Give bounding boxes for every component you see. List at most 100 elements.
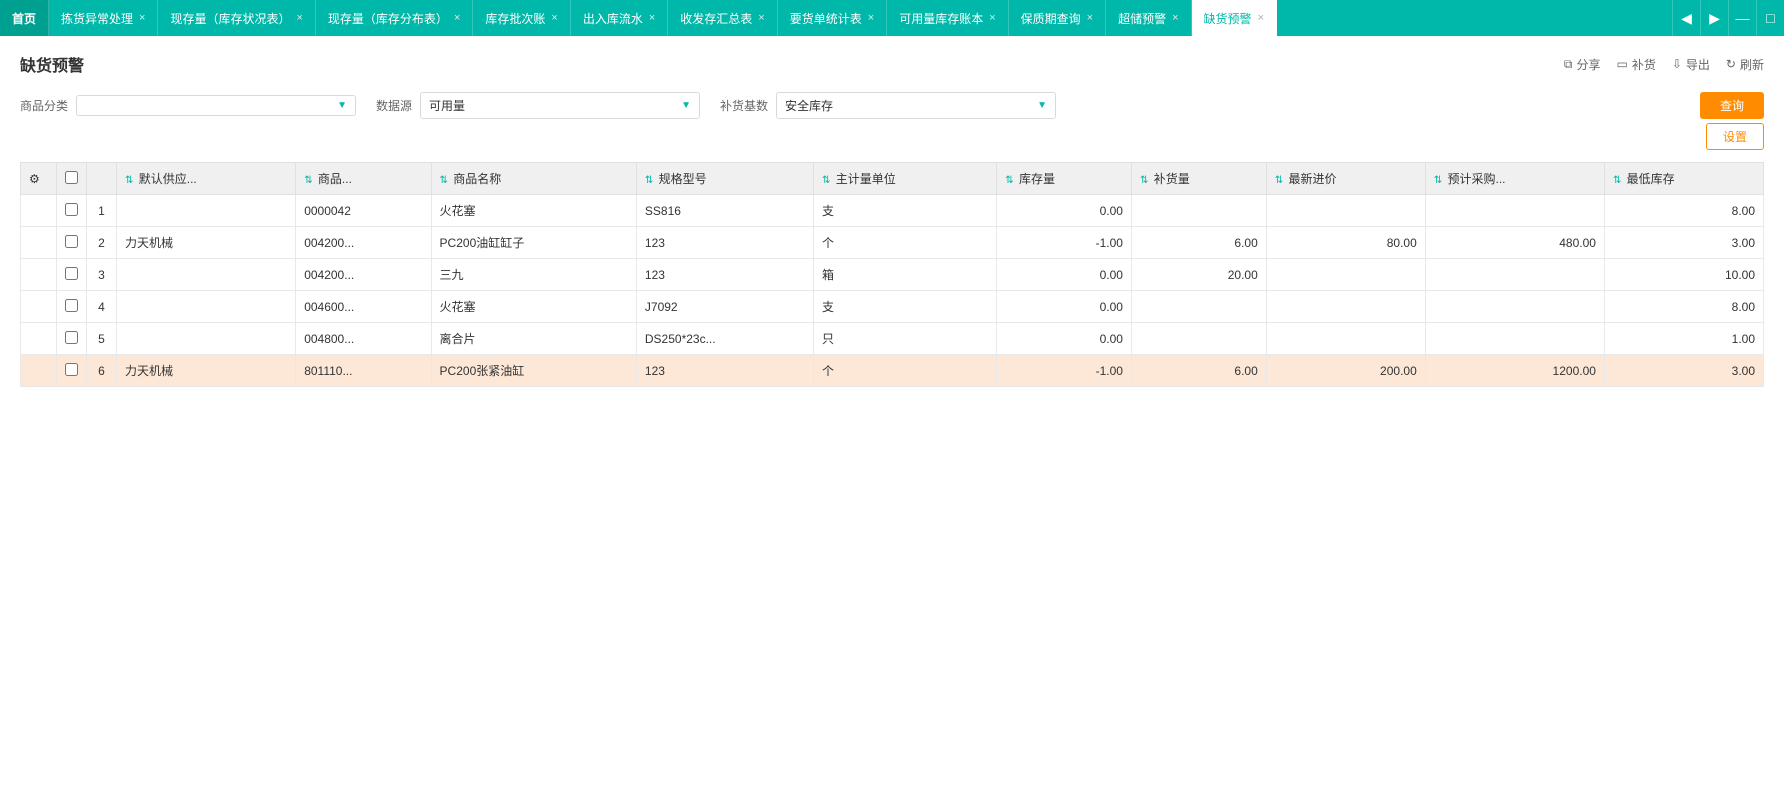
tab-home[interactable]: 首页 [0, 0, 49, 36]
row-stock-1: -1.00 [997, 227, 1132, 259]
replenish-base-arrow: ▼ [1037, 100, 1047, 111]
row-checkbox-cell-5[interactable] [57, 355, 87, 387]
tab-batch-account-close[interactable]: × [551, 12, 557, 24]
tab-inventory-status-close[interactable]: × [296, 12, 302, 24]
row-est-purchase-5: 1200.00 [1425, 355, 1604, 387]
tab-shortage-warning[interactable]: 缺货预警 × [1192, 0, 1277, 36]
row-num-3: 4 [87, 291, 117, 323]
row-checkbox-2[interactable] [65, 267, 78, 280]
export-action[interactable]: ⇩ 导出 [1672, 56, 1710, 73]
tab-inventory-status[interactable]: 现存量（库存状况表） × [158, 0, 315, 36]
datasource-select[interactable]: 可用量 ▼ [420, 92, 700, 119]
filter-actions: 查询 设置 [1700, 92, 1764, 150]
sort-icon-code: ⇅ [304, 175, 312, 186]
category-select-arrow: ▼ [337, 100, 347, 111]
row-checkbox-cell-1[interactable] [57, 227, 87, 259]
col-latest-price[interactable]: ⇅ 最新进价 [1266, 163, 1425, 195]
refresh-action[interactable]: ↻ 刷新 [1726, 56, 1764, 73]
col-spec[interactable]: ⇅ 规格型号 [636, 163, 813, 195]
row-name-4: 离合片 [431, 323, 636, 355]
row-name-0: 火花塞 [431, 195, 636, 227]
tab-inventory-dist-label: 现存量（库存分布表） [328, 10, 448, 27]
row-num-2: 3 [87, 259, 117, 291]
row-est-purchase-4 [1425, 323, 1604, 355]
col-unit[interactable]: ⇅ 主计量单位 [814, 163, 997, 195]
tab-inout-flow-close[interactable]: × [649, 12, 655, 24]
tab-overstock-warning[interactable]: 超储预警 × [1106, 0, 1191, 36]
tab-next-button[interactable]: ▶ [1700, 0, 1728, 36]
tab-overstock-warning-close[interactable]: × [1172, 12, 1178, 24]
tab-receive-summary[interactable]: 收发存汇总表 × [668, 0, 777, 36]
tab-inventory-dist-close[interactable]: × [454, 12, 460, 24]
query-button[interactable]: 查询 [1700, 92, 1764, 119]
tab-demand-stats[interactable]: 要货单统计表 × [778, 0, 887, 36]
col-default-supplier[interactable]: ⇅ 默认供应... [117, 163, 296, 195]
col-gear[interactable]: ⚙ [21, 163, 57, 195]
table-row: 6 力天机械 801110... PC200张紧油缸 123 个 -1.00 6… [21, 355, 1764, 387]
row-unit-2: 箱 [814, 259, 997, 291]
tab-inout-flow[interactable]: 出入库流水 × [571, 0, 668, 36]
select-all-checkbox[interactable] [65, 171, 78, 184]
replenish-action[interactable]: ▭ 补货 [1616, 56, 1655, 73]
tab-receive-summary-label: 收发存汇总表 [680, 10, 752, 27]
tab-shortage-warning-close[interactable]: × [1258, 12, 1264, 24]
tab-demand-stats-close[interactable]: × [868, 12, 874, 24]
col-product-name[interactable]: ⇅ 商品名称 [431, 163, 636, 195]
tab-inventory-dist[interactable]: 现存量（库存分布表） × [316, 0, 473, 36]
col-checkbox[interactable] [57, 163, 87, 195]
replenish-base-filter-group: 补货基数 安全库存 ▼ [720, 92, 1056, 119]
tab-batch-account[interactable]: 库存批次账 × [473, 0, 570, 36]
row-checkbox-1[interactable] [65, 235, 78, 248]
row-checkbox-3[interactable] [65, 299, 78, 312]
tab-bar: 首页 拣货异常处理 × 现存量（库存状况表） × 现存量（库存分布表） × 库存… [0, 0, 1784, 36]
settings-button[interactable]: 设置 [1706, 123, 1764, 150]
row-stock-0: 0.00 [997, 195, 1132, 227]
row-name-3: 火花塞 [431, 291, 636, 323]
row-num-0: 1 [87, 195, 117, 227]
replenish-base-select[interactable]: 安全库存 ▼ [776, 92, 1056, 119]
datasource-filter-label: 数据源 [376, 97, 412, 114]
tab-available-ledger-label: 可用量库存账本 [899, 10, 983, 27]
tab-receive-summary-close[interactable]: × [758, 12, 764, 24]
table-row: 4 004600... 火花塞 J7092 支 0.00 8.00 [21, 291, 1764, 323]
share-action[interactable]: ⧉ 分享 [1564, 56, 1601, 73]
replenish-label: 补货 [1632, 56, 1656, 73]
row-est-purchase-2 [1425, 259, 1604, 291]
tab-prev-button[interactable]: ◀ [1672, 0, 1700, 36]
row-checkbox-cell-2[interactable] [57, 259, 87, 291]
row-checkbox-cell-3[interactable] [57, 291, 87, 323]
window-minimize-button[interactable]: — [1728, 0, 1756, 36]
window-maximize-button[interactable]: □ [1756, 0, 1784, 36]
category-select[interactable]: ▼ [76, 95, 356, 116]
filter-groups: 商品分类 ▼ 数据源 可用量 ▼ 补货基数 安全库存 ▼ [20, 92, 1700, 119]
datasource-filter-group: 数据源 可用量 ▼ [376, 92, 700, 119]
col-replenish-qty[interactable]: ⇅ 补货量 [1131, 163, 1266, 195]
row-gear-5 [21, 355, 57, 387]
tab-available-ledger-close[interactable]: × [989, 12, 995, 24]
row-checkbox-0[interactable] [65, 203, 78, 216]
row-gear-4 [21, 323, 57, 355]
row-code-4: 004800... [296, 323, 431, 355]
col-stock[interactable]: ⇅ 库存量 [997, 163, 1132, 195]
row-min-stock-3: 8.00 [1604, 291, 1763, 323]
tab-expiry-query[interactable]: 保质期查询 × [1009, 0, 1106, 36]
row-checkbox-cell-0[interactable] [57, 195, 87, 227]
row-gear-2 [21, 259, 57, 291]
row-checkbox-cell-4[interactable] [57, 323, 87, 355]
refresh-label: 刷新 [1740, 56, 1764, 73]
row-unit-4: 只 [814, 323, 997, 355]
row-checkbox-4[interactable] [65, 331, 78, 344]
col-estimated-purchase[interactable]: ⇅ 预计采购... [1425, 163, 1604, 195]
col-min-stock[interactable]: ⇅ 最低库存 [1604, 163, 1763, 195]
col-product-code[interactable]: ⇅ 商品... [296, 163, 431, 195]
row-min-stock-4: 1.00 [1604, 323, 1763, 355]
row-min-stock-2: 10.00 [1604, 259, 1763, 291]
export-icon: ⇩ [1672, 57, 1682, 71]
tab-expiry-query-close[interactable]: × [1087, 12, 1093, 24]
datasource-select-arrow: ▼ [681, 100, 691, 111]
filter-section: 商品分类 ▼ 数据源 可用量 ▼ 补货基数 安全库存 ▼ [20, 92, 1764, 150]
tab-available-ledger[interactable]: 可用量库存账本 × [887, 0, 1008, 36]
row-checkbox-5[interactable] [65, 363, 78, 376]
tab-defect-process[interactable]: 拣货异常处理 × [49, 0, 158, 36]
tab-defect-process-close[interactable]: × [139, 12, 145, 24]
